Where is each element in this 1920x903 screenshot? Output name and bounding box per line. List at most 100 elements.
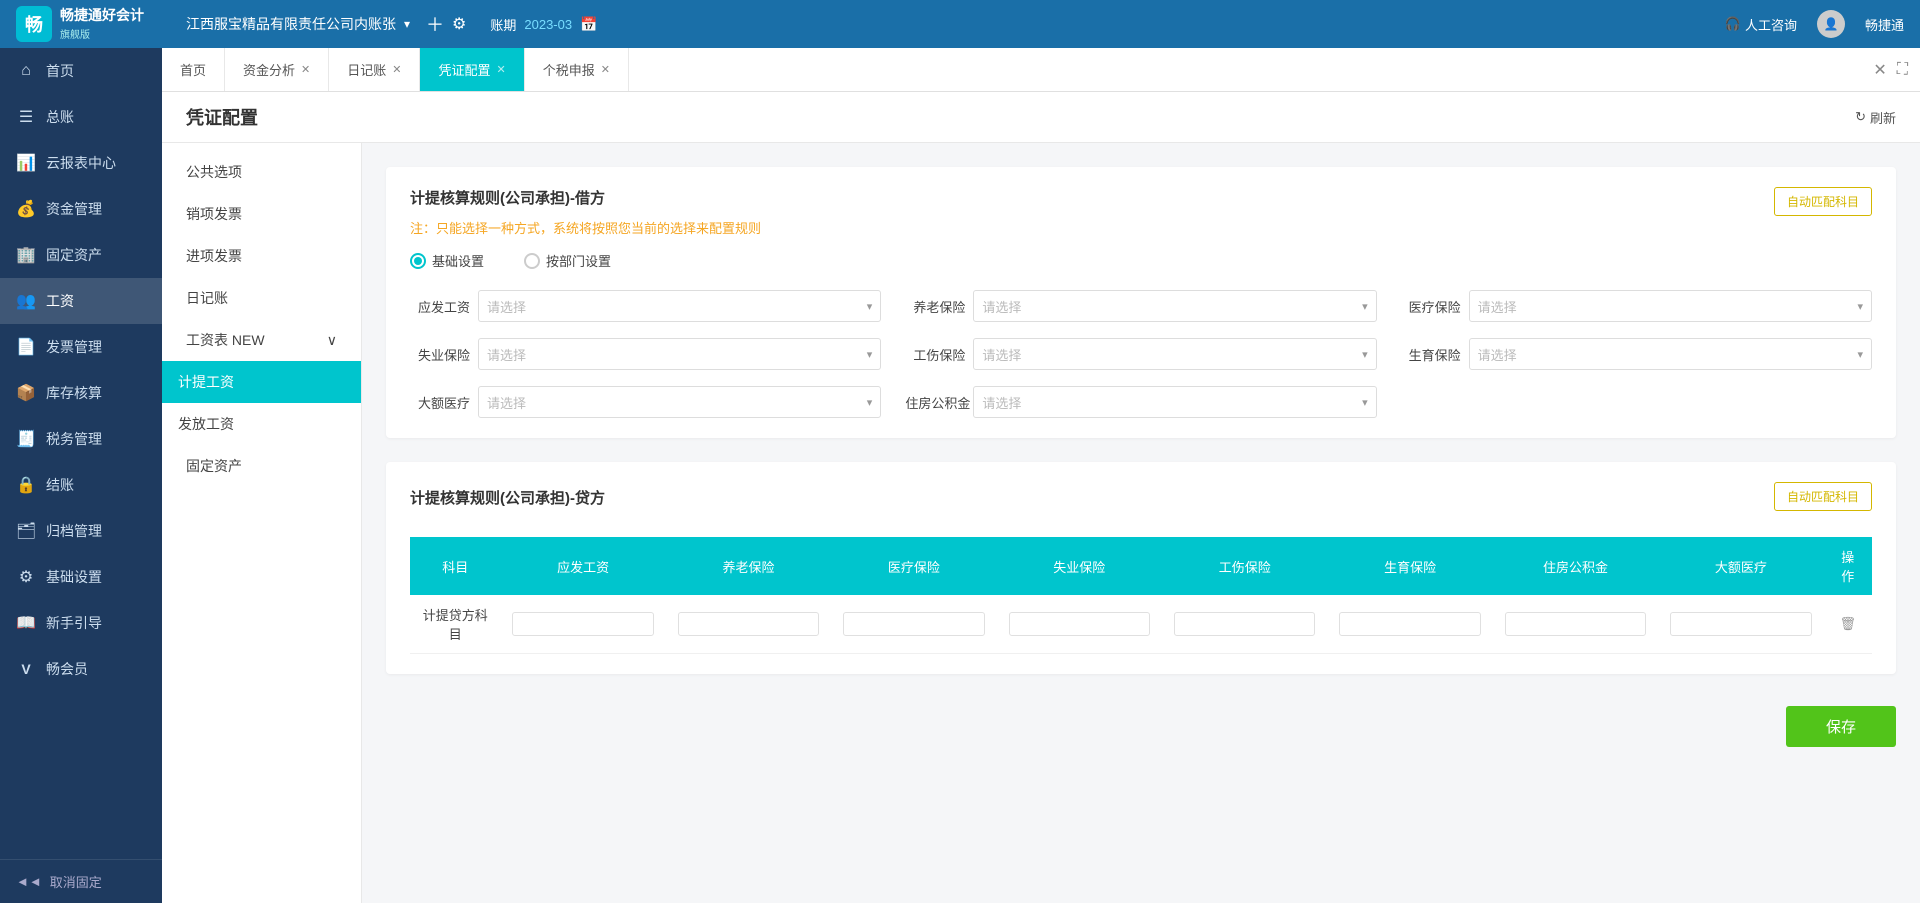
- tab-funds[interactable]: 资金分析 ✕: [225, 48, 329, 91]
- col-header-shengyu: 生育保险: [1327, 537, 1492, 595]
- add-company-button[interactable]: ＋: [426, 11, 444, 37]
- tax-icon: 🧾: [16, 429, 36, 449]
- input-shiye[interactable]: [1009, 612, 1150, 636]
- debit-form-row3: 大额医疗 请选择 ▾ 住房公积金 请选择 ▾: [410, 386, 1872, 418]
- settings-icon[interactable]: ⚙: [452, 14, 466, 34]
- label-daeliao: 大额医疗: [410, 393, 470, 412]
- radio-dept[interactable]: 按部门设置: [524, 251, 611, 270]
- input-zhufang[interactable]: [1505, 612, 1646, 636]
- label-yanglao: 养老保险: [905, 297, 965, 316]
- refresh-button[interactable]: ↻ 刷新: [1855, 108, 1896, 127]
- select-yingfa[interactable]: 请选择 ▾: [478, 290, 881, 322]
- sidebar-item-salary[interactable]: 👥 工资: [0, 278, 162, 324]
- refresh-icon: ↻: [1855, 109, 1866, 125]
- cell-action[interactable]: 🗑: [1824, 595, 1872, 654]
- debit-section-title: 计提核算规则(公司承担)-借方: [410, 187, 761, 208]
- col-header-shiye: 失业保险: [997, 537, 1162, 595]
- radio-basic[interactable]: 基础设置: [410, 251, 484, 270]
- app-name: 畅捷通好会计: [60, 7, 144, 24]
- sidebar-label-close: 结账: [46, 475, 74, 495]
- input-shengyu[interactable]: [1339, 612, 1480, 636]
- tab-voucher[interactable]: 凭证配置 ✕: [420, 48, 524, 91]
- sidebar-item-reports[interactable]: 📊 云报表中心: [0, 140, 162, 186]
- tab-close-diary[interactable]: ✕: [392, 63, 401, 76]
- username[interactable]: 畅捷通: [1865, 15, 1904, 34]
- sidebar-item-general[interactable]: ☰ 总账: [0, 94, 162, 140]
- input-yiliao[interactable]: [843, 612, 984, 636]
- tab-tax[interactable]: 个税申报 ✕: [525, 48, 629, 91]
- select-daeliao[interactable]: 请选择 ▾: [478, 386, 881, 418]
- cell-yanglao[interactable]: [666, 595, 831, 654]
- debit-auto-match-button[interactable]: 自动匹配科目: [1774, 187, 1872, 216]
- form-item-daeliao: 大额医疗 请选择 ▾: [410, 386, 881, 418]
- input-yingfa[interactable]: [512, 612, 653, 636]
- col-header-yanglao: 养老保险: [666, 537, 831, 595]
- credit-auto-match-button[interactable]: 自动匹配科目: [1774, 482, 1872, 511]
- sidebar-item-close[interactable]: 🔒 结账: [0, 462, 162, 508]
- save-button[interactable]: 保存: [1786, 706, 1896, 747]
- cell-zhufang[interactable]: [1493, 595, 1658, 654]
- left-nav-purchase[interactable]: 进项发票: [162, 235, 361, 277]
- sidebar-item-guide[interactable]: 📖 新手引导: [0, 600, 162, 646]
- sidebar-label-guide: 新手引导: [46, 613, 102, 633]
- company-selector[interactable]: 江西服宝精品有限责任公司内账张 ▾ ＋ ⚙ 账期 2023-03 📅: [176, 11, 1725, 37]
- left-nav-sales[interactable]: 销项发票: [162, 193, 361, 235]
- dropdown-arrow-shiye: ▾: [867, 348, 873, 361]
- select-zhufang[interactable]: 请选择 ▾: [973, 386, 1376, 418]
- calendar-icon[interactable]: 📅: [580, 16, 597, 33]
- input-yanglao[interactable]: [678, 612, 819, 636]
- sidebar-item-archive[interactable]: 🗂 归档管理: [0, 508, 162, 554]
- select-yiliao[interactable]: 请选择 ▾: [1469, 290, 1872, 322]
- left-nav-fixed-assets[interactable]: 固定资产: [162, 445, 361, 487]
- cell-gongshang[interactable]: [1162, 595, 1327, 654]
- tab-close-voucher[interactable]: ✕: [497, 63, 506, 76]
- select-shiye[interactable]: 请选择 ▾: [478, 338, 881, 370]
- tab-diary[interactable]: 日记账 ✕: [329, 48, 420, 91]
- left-nav-diary[interactable]: 日记账: [162, 277, 361, 319]
- label-yingfa: 应发工资: [410, 297, 470, 316]
- sidebar-item-assets[interactable]: 🏢 固定资产: [0, 232, 162, 278]
- left-nav-calc-salary[interactable]: 计提工资: [162, 361, 361, 403]
- radio-basic-circle: [410, 253, 426, 269]
- general-icon: ☰: [16, 107, 36, 127]
- select-gongshang[interactable]: 请选择 ▾: [973, 338, 1376, 370]
- sidebar-item-funds[interactable]: 💰 资金管理: [0, 186, 162, 232]
- tab-bar-actions: ✕ ⛶: [1873, 60, 1920, 80]
- cell-yiliao[interactable]: [831, 595, 996, 654]
- sidebar-item-invoice[interactable]: 📄 发票管理: [0, 324, 162, 370]
- tab-expand-icon[interactable]: ⛶: [1897, 61, 1908, 79]
- cancel-pin-button[interactable]: ◄◄ 取消固定: [0, 859, 162, 903]
- table-row: 计提贷方科目 🗑: [410, 595, 1872, 654]
- form-item-yingfa: 应发工资 请选择 ▾: [410, 290, 881, 322]
- cell-shengyu[interactable]: [1327, 595, 1492, 654]
- sidebar-item-settings[interactable]: ⚙ 基础设置: [0, 554, 162, 600]
- cell-daeliao[interactable]: [1658, 595, 1823, 654]
- company-dropdown-icon[interactable]: ▾: [404, 17, 410, 31]
- sidebar-label-tax: 税务管理: [46, 429, 102, 449]
- input-daeliao[interactable]: [1670, 612, 1811, 636]
- col-header-action: 操作: [1824, 537, 1872, 595]
- tab-close-tax[interactable]: ✕: [601, 63, 610, 76]
- select-shengyu[interactable]: 请选择 ▾: [1469, 338, 1872, 370]
- tab-close-all-icon[interactable]: ✕: [1873, 60, 1886, 80]
- sidebar-item-inventory[interactable]: 📦 库存核算: [0, 370, 162, 416]
- sidebar-item-vip[interactable]: V 畅会员: [0, 646, 162, 692]
- pin-icon: ◄◄: [16, 874, 42, 889]
- page-title: 凭证配置: [186, 104, 258, 130]
- cell-yingfa[interactable]: [500, 595, 665, 654]
- left-nav-salary-table[interactable]: 工资表 NEW ∨: [162, 319, 361, 361]
- tab-close-funds[interactable]: ✕: [301, 63, 310, 76]
- left-nav-pay-salary[interactable]: 发放工资: [162, 403, 361, 445]
- left-nav-public[interactable]: 公共选项: [162, 151, 361, 193]
- input-gongshang[interactable]: [1174, 612, 1315, 636]
- cell-shiye[interactable]: [997, 595, 1162, 654]
- sidebar-item-tax[interactable]: 🧾 税务管理: [0, 416, 162, 462]
- radio-group: 基础设置 按部门设置: [410, 251, 1872, 270]
- select-yanglao[interactable]: 请选择 ▾: [973, 290, 1376, 322]
- sidebar-item-home[interactable]: ⌂ 首页: [0, 48, 162, 94]
- funds-icon: 💰: [16, 199, 36, 219]
- delete-icon[interactable]: 🗑: [1840, 616, 1857, 631]
- dropdown-arrow-yiliao: ▾: [1857, 300, 1863, 313]
- service-button[interactable]: 🎧 人工咨询: [1725, 15, 1797, 34]
- tab-home[interactable]: 首页: [162, 48, 225, 91]
